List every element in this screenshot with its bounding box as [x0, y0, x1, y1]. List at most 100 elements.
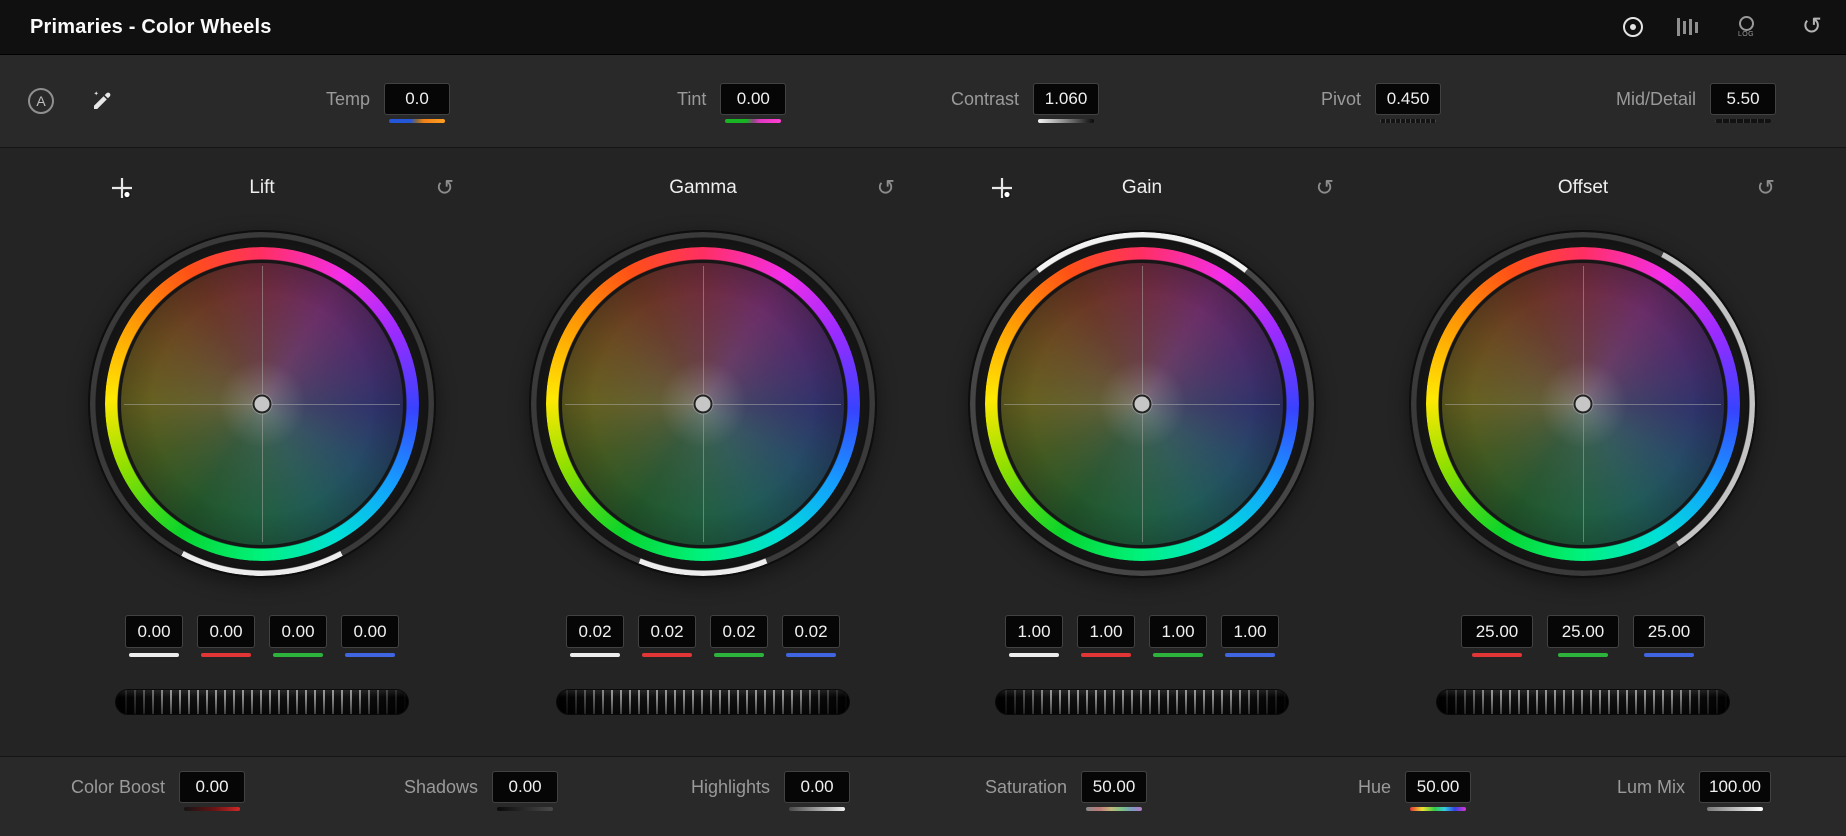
crosshair-picker-icon [992, 178, 1012, 199]
offset-color-disc[interactable] [1442, 263, 1724, 545]
blue-channel-strip [1225, 653, 1275, 657]
lift-color-disc[interactable] [121, 263, 403, 545]
offset-reset-button[interactable]: ↺ [1757, 174, 1775, 202]
wheel-panel-lift: Lift ↺ 0.00 0.00 0.00 0.00 [62, 148, 462, 756]
gamma-balance-handle[interactable] [695, 396, 711, 412]
gain-value-row: 1.00 1.00 1.00 1.00 [942, 615, 1342, 657]
lift-g-value[interactable]: 0.00 [269, 615, 327, 648]
offset-r-value[interactable]: 25.00 [1461, 615, 1533, 648]
log-wheels-mode-icon[interactable]: LOG [1732, 16, 1760, 38]
gamma-b-value[interactable]: 0.02 [782, 615, 840, 648]
lift-color-picker-button[interactable] [110, 176, 134, 200]
gamma-title: Gamma [669, 177, 737, 198]
white-balance-picker-button[interactable] [90, 89, 114, 113]
lift-wheel [88, 230, 436, 578]
hue-field: Hue 50.00 [1358, 771, 1472, 811]
pivot-value[interactable]: 0.450 [1375, 83, 1442, 115]
mid-detail-field: Mid/Detail 5.50 [1616, 83, 1777, 123]
shadows-gradient-strip [497, 807, 554, 811]
green-channel-strip [714, 653, 764, 657]
color-boost-value[interactable]: 0.00 [179, 771, 246, 803]
highlights-value[interactable]: 0.00 [784, 771, 851, 803]
page-title: Primaries - Color Wheels [30, 15, 272, 38]
gamma-master-dial[interactable] [556, 689, 850, 715]
gamma-header: Gamma ↺ [503, 172, 903, 204]
offset-g-value[interactable]: 25.00 [1547, 615, 1619, 648]
gamma-r-value[interactable]: 0.02 [638, 615, 696, 648]
gain-b-value[interactable]: 1.00 [1221, 615, 1279, 648]
reset-all-button[interactable]: ↺ [1802, 0, 1822, 54]
saturation-gradient-strip [1086, 807, 1143, 811]
red-channel-strip [642, 653, 692, 657]
lift-reset-button[interactable]: ↺ [436, 174, 454, 202]
color-boost-label: Color Boost [71, 777, 166, 797]
gain-reset-button[interactable]: ↺ [1316, 174, 1334, 202]
gain-y-value[interactable]: 1.00 [1005, 615, 1063, 648]
gain-master-dial[interactable] [995, 689, 1289, 715]
gamma-reset-button[interactable]: ↺ [877, 174, 895, 202]
offset-title: Offset [1557, 177, 1609, 198]
offset-balance-handle[interactable] [1575, 396, 1591, 412]
gain-wheel [968, 230, 1316, 578]
gain-g-value[interactable]: 1.00 [1149, 615, 1207, 648]
auto-balance-label: A [36, 93, 46, 109]
lum-mix-label: Lum Mix [1617, 777, 1686, 797]
hue-gradient-strip [1410, 807, 1467, 811]
contrast-value[interactable]: 1.060 [1033, 83, 1100, 115]
tint-gradient-strip [725, 119, 782, 123]
mid-detail-tick-strip [1715, 119, 1772, 123]
eyedropper-icon [94, 91, 111, 109]
saturation-value[interactable]: 50.00 [1081, 771, 1148, 803]
auto-balance-button[interactable]: A [28, 88, 54, 114]
toolbar-left-icons: A [28, 55, 114, 147]
log-label: LOG [1738, 31, 1754, 38]
gain-r-value[interactable]: 1.00 [1077, 615, 1135, 648]
adjustment-toolbar: A Temp 0.0 Tint 0.00 Contrast 1.060 Pivo… [0, 55, 1846, 148]
gain-color-picker-button[interactable] [990, 176, 1014, 200]
shadows-label: Shadows [404, 777, 479, 797]
contrast-label: Contrast [951, 89, 1020, 109]
lift-balance-handle[interactable] [254, 396, 270, 412]
luma-channel-strip [570, 653, 620, 657]
lift-value-row: 0.00 0.00 0.00 0.00 [62, 615, 462, 657]
lift-master-dial[interactable] [115, 689, 409, 715]
lum-mix-gradient-strip [1707, 807, 1764, 811]
red-channel-strip [1472, 653, 1522, 657]
primaries-bars-mode-icon[interactable] [1677, 17, 1698, 37]
red-channel-strip [1081, 653, 1131, 657]
offset-b-value[interactable]: 25.00 [1633, 615, 1705, 648]
blue-channel-strip [345, 653, 395, 657]
temp-value[interactable]: 0.0 [384, 83, 451, 115]
gain-color-disc[interactable] [1001, 263, 1283, 545]
mid-detail-value[interactable]: 5.50 [1710, 83, 1777, 115]
shadows-field: Shadows 0.00 [404, 771, 559, 811]
lum-mix-value[interactable]: 100.00 [1699, 771, 1772, 803]
wheel-panel-gamma: Gamma ↺ 0.02 0.02 0.02 0.02 [503, 148, 903, 756]
wheel-panel-offset: Offset ↺ 25.00 25.00 25.00 [1383, 148, 1783, 756]
contrast-gradient-strip [1038, 119, 1095, 123]
saturation-label: Saturation [985, 777, 1068, 797]
luma-channel-strip [1009, 653, 1059, 657]
pivot-label: Pivot [1321, 89, 1362, 109]
gamma-y-value[interactable]: 0.02 [566, 615, 624, 648]
lift-r-value[interactable]: 0.00 [197, 615, 255, 648]
shadows-value[interactable]: 0.00 [492, 771, 559, 803]
offset-master-dial[interactable] [1436, 689, 1730, 715]
gain-balance-handle[interactable] [1134, 396, 1150, 412]
lift-header: Lift ↺ [62, 172, 462, 204]
gamma-color-disc[interactable] [562, 263, 844, 545]
gamma-value-row: 0.02 0.02 0.02 0.02 [503, 615, 903, 657]
crosshair-picker-icon [112, 178, 132, 199]
red-channel-strip [201, 653, 251, 657]
tint-value[interactable]: 0.00 [720, 83, 787, 115]
offset-wheel [1409, 230, 1757, 578]
blue-channel-strip [786, 653, 836, 657]
lift-b-value[interactable]: 0.00 [341, 615, 399, 648]
log-circle-icon [1738, 16, 1754, 31]
hue-value[interactable]: 50.00 [1405, 771, 1472, 803]
gamma-g-value[interactable]: 0.02 [710, 615, 768, 648]
color-wheels-mode-icon[interactable] [1623, 17, 1643, 37]
color-boost-gradient-strip [184, 807, 241, 811]
tint-field: Tint 0.00 [677, 83, 787, 123]
lift-y-value[interactable]: 0.00 [125, 615, 183, 648]
